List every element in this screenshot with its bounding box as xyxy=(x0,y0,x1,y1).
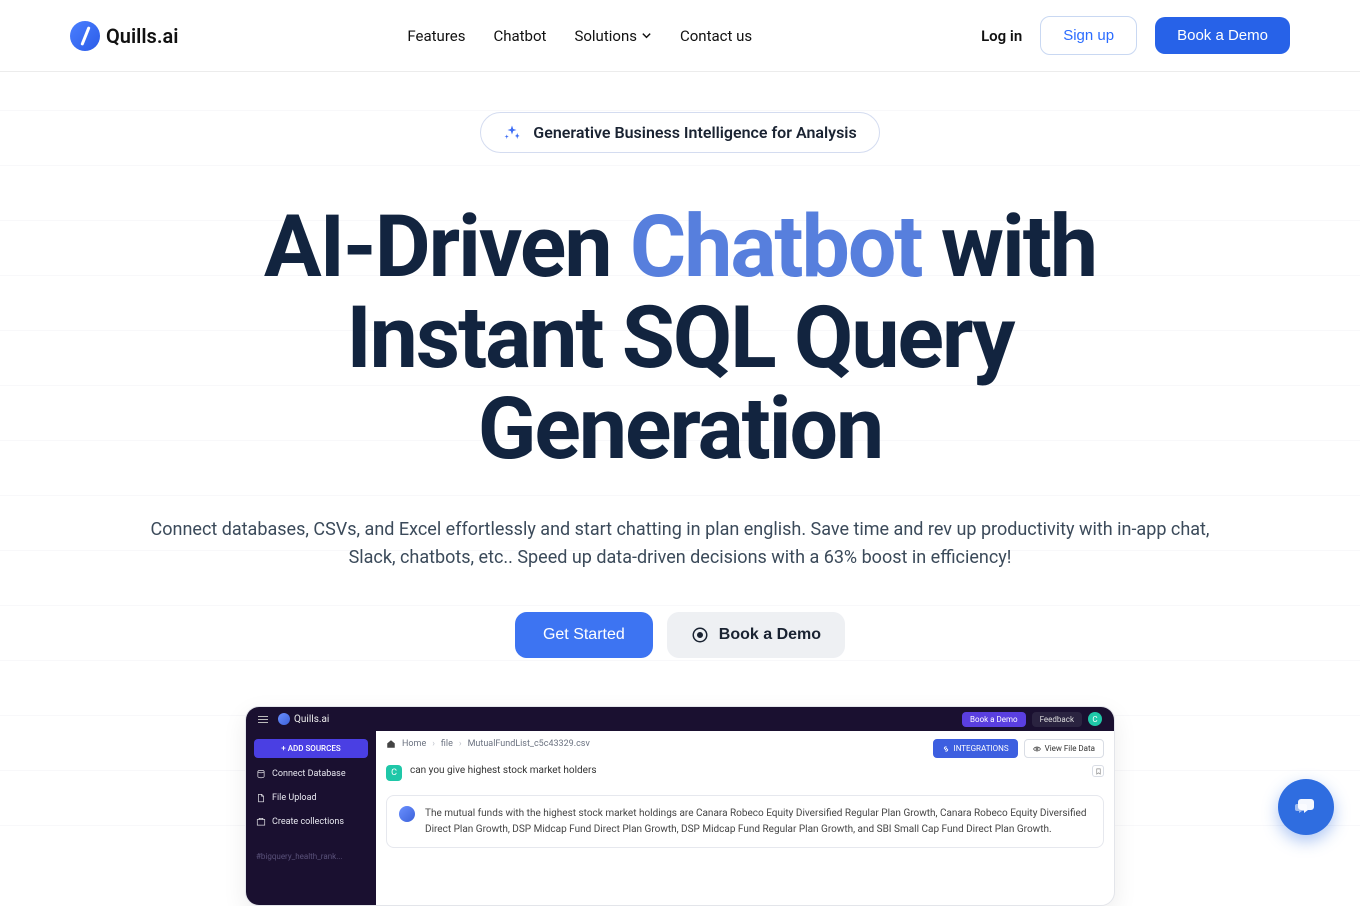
nav-solutions[interactable]: Solutions xyxy=(574,27,652,45)
hero-ctas: Get Started Book a Demo xyxy=(140,612,1220,658)
sidebar-label: Create collections xyxy=(272,817,344,827)
preview-feedback-button[interactable]: Feedback xyxy=(1032,712,1082,727)
demo-icon xyxy=(691,626,709,644)
hero-title: AI-Driven Chatbot with Instant SQL Query… xyxy=(140,201,1220,474)
hero-subtitle: Connect databases, CSVs, and Excel effor… xyxy=(140,516,1220,572)
hero-title-pre: AI-Driven xyxy=(264,196,630,297)
integrations-label: INTEGRATIONS xyxy=(954,744,1009,753)
preview-brand-text: Quills.ai xyxy=(294,714,329,725)
chevron-down-icon xyxy=(641,30,652,41)
brand-logo[interactable]: Quills.ai xyxy=(70,21,178,51)
sidebar-faded-item: #bigquery_health_rank... xyxy=(254,850,368,863)
nav-solutions-label: Solutions xyxy=(574,27,637,45)
nav-features[interactable]: Features xyxy=(407,27,465,45)
add-sources-button[interactable]: + ADD SOURCES xyxy=(254,739,368,758)
sidebar-item-file-upload[interactable]: File Upload xyxy=(254,790,368,806)
feather-icon xyxy=(278,713,290,725)
chevron-right-icon: › xyxy=(459,739,462,749)
collection-icon xyxy=(256,817,266,827)
nav-chatbot[interactable]: Chatbot xyxy=(493,27,546,45)
preview-logo: Quills.ai xyxy=(278,713,329,725)
bot-avatar xyxy=(399,806,415,822)
get-started-button[interactable]: Get Started xyxy=(515,612,653,658)
site-header: Quills.ai Features Chatbot Solutions Con… xyxy=(0,0,1360,72)
hero-pill: Generative Business Intelligence for Ana… xyxy=(480,112,879,153)
hero-section: Generative Business Intelligence for Ana… xyxy=(80,72,1280,906)
chevron-right-icon: › xyxy=(432,739,435,749)
eye-icon xyxy=(1033,745,1041,753)
bot-message-text: The mutual funds with the highest stock … xyxy=(425,806,1091,837)
header-actions: Log in Sign up Book a Demo xyxy=(981,16,1290,55)
crumb-file[interactable]: file xyxy=(441,739,453,749)
chat-bubbles-icon xyxy=(1294,795,1318,819)
user-avatar: C xyxy=(386,765,402,781)
preview-main: Home › file › MutualFundList_c5c43329.cs… xyxy=(376,731,1114,905)
home-icon xyxy=(386,739,396,749)
chat-fab[interactable] xyxy=(1278,779,1334,835)
book-demo-secondary-label: Book a Demo xyxy=(719,626,821,644)
database-icon xyxy=(256,769,266,779)
preview-user-avatar[interactable]: C xyxy=(1088,712,1102,726)
feather-icon xyxy=(70,21,100,51)
brand-text: Quills.ai xyxy=(106,24,178,48)
login-link[interactable]: Log in xyxy=(981,27,1022,45)
signup-button[interactable]: Sign up xyxy=(1040,16,1137,55)
bookmark-icon xyxy=(1095,768,1102,775)
hero-pill-text: Generative Business Intelligence for Ana… xyxy=(533,123,856,142)
sidebar-item-create-collections[interactable]: Create collections xyxy=(254,814,368,830)
crumb-home[interactable]: Home xyxy=(402,739,426,749)
book-demo-secondary-button[interactable]: Book a Demo xyxy=(667,612,845,658)
preview-book-demo-button[interactable]: Book a Demo xyxy=(962,712,1026,727)
chat-bot-card: The mutual funds with the highest stock … xyxy=(386,795,1104,848)
user-message-text: can you give highest stock market holder… xyxy=(410,765,1084,776)
preview-topbar: Quills.ai Book a Demo Feedback C xyxy=(246,707,1114,731)
nav-contact[interactable]: Contact us xyxy=(680,27,752,45)
product-preview: Quills.ai Book a Demo Feedback C + ADD S… xyxy=(245,706,1115,906)
file-icon xyxy=(256,793,266,803)
sidebar-item-connect-db[interactable]: Connect Database xyxy=(254,766,368,782)
integrations-button[interactable]: INTEGRATIONS xyxy=(933,739,1018,758)
sidebar-label: File Upload xyxy=(272,793,317,803)
book-demo-button[interactable]: Book a Demo xyxy=(1155,17,1290,54)
primary-nav: Features Chatbot Solutions Contact us xyxy=(407,27,752,45)
sidebar-faded-item xyxy=(254,838,368,842)
chat-user-row: C can you give highest stock market hold… xyxy=(386,765,1104,781)
view-file-label: View File Data xyxy=(1045,744,1095,753)
bookmark-button[interactable] xyxy=(1092,765,1104,777)
link-icon xyxy=(942,745,950,753)
sidebar-label: Connect Database xyxy=(272,769,346,779)
preview-sidebar: + ADD SOURCES Connect Database File Uplo… xyxy=(246,731,376,905)
view-file-data-button[interactable]: View File Data xyxy=(1024,739,1104,758)
sparkle-icon xyxy=(503,124,521,142)
hero-title-accent: Chatbot xyxy=(630,196,922,297)
hamburger-icon[interactable] xyxy=(258,716,268,723)
crumb-filename: MutualFundList_c5c43329.csv xyxy=(468,739,590,749)
